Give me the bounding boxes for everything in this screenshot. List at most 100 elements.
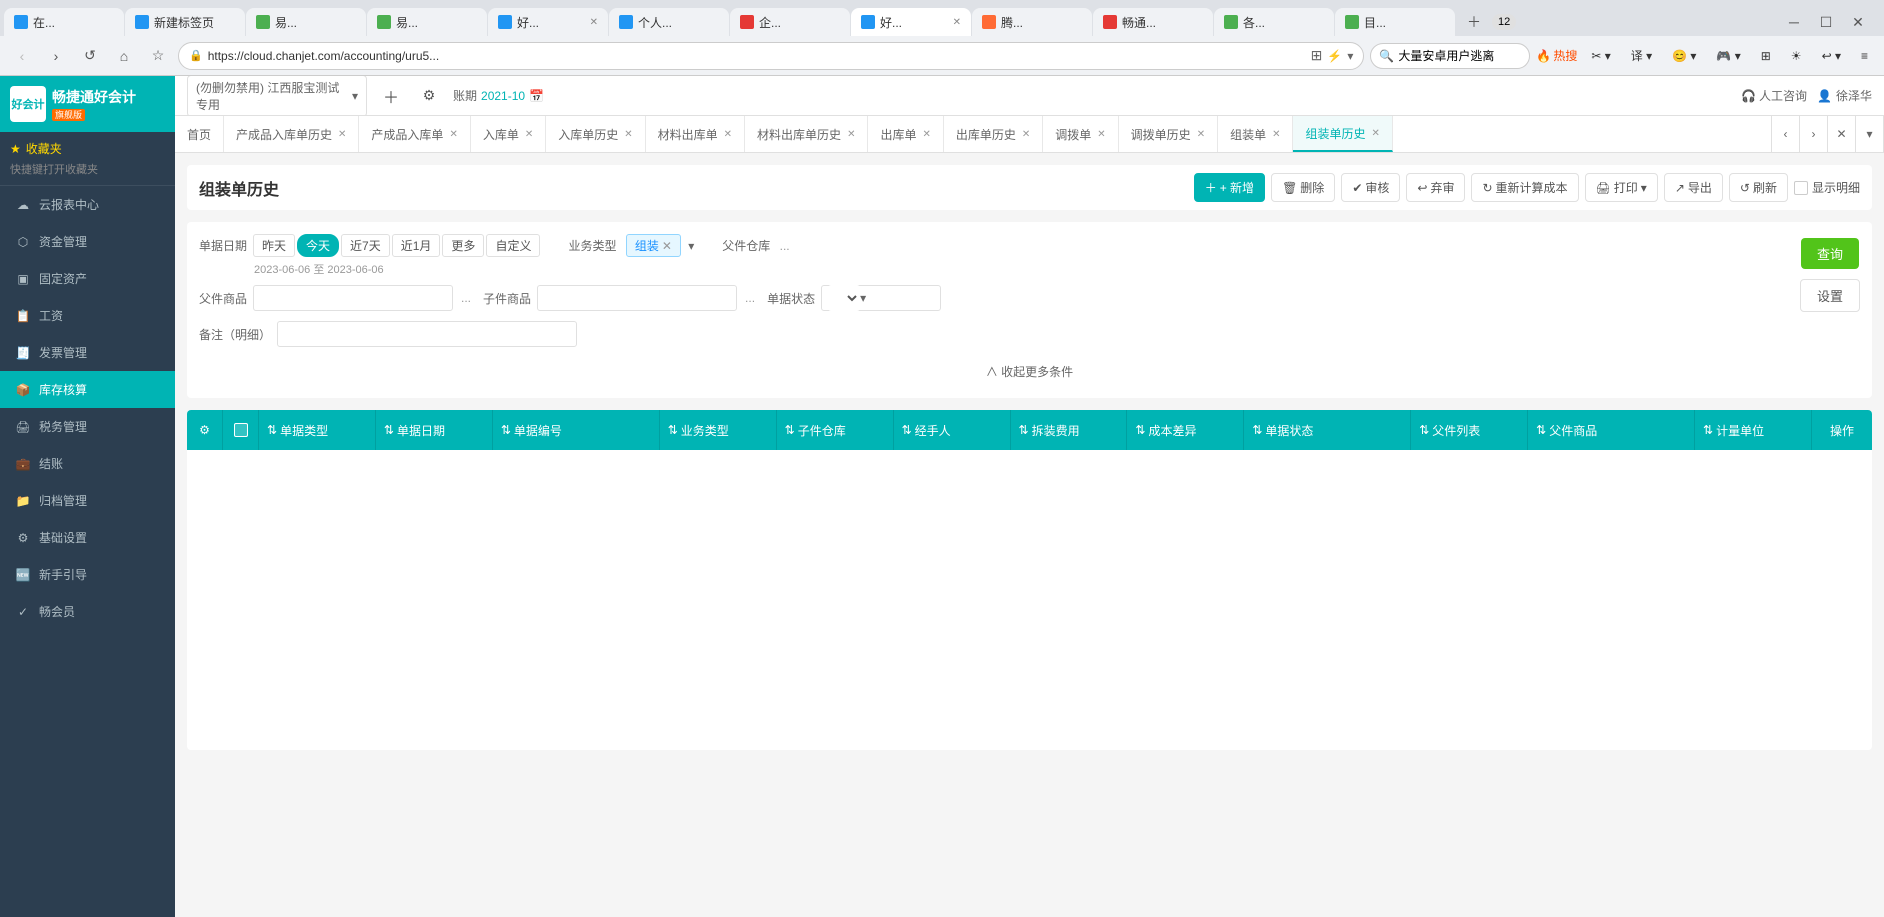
browser-tab-8[interactable]: 好... ✕ [851, 8, 971, 36]
page-tab-assembly-history-old[interactable]: 产成品入库单历史 ✕ [224, 116, 359, 152]
page-tab-in-order[interactable]: 入库单 ✕ [471, 116, 546, 152]
page-tab-assembly-in[interactable]: 产成品入库单 ✕ [359, 116, 470, 152]
last1m-btn[interactable]: 近1月 [392, 234, 441, 257]
tab-arrow-right[interactable]: › [1800, 116, 1828, 152]
th-bill-status[interactable]: ⇅ 单据状态 [1244, 410, 1411, 450]
settings-gear-btn[interactable]: ⚙ [415, 82, 443, 110]
parent-warehouse-more[interactable]: ... [780, 239, 790, 253]
bill-status-select[interactable] [828, 285, 860, 311]
page-tab-close-material-out-history[interactable]: ✕ [847, 129, 855, 140]
page-tab-close-material-out[interactable]: ✕ [724, 129, 732, 140]
browser-tab-10[interactable]: 畅通... [1093, 8, 1213, 36]
today-btn[interactable]: 今天 [297, 234, 339, 257]
export-btn[interactable]: ↗ 导出 [1664, 173, 1723, 202]
parent-goods-input-wrapper[interactable] [253, 285, 453, 311]
sidebar-item-inventory[interactable]: 📦 库存核算 [0, 371, 175, 408]
page-tab-close-assembly-history-old[interactable]: ✕ [338, 129, 346, 140]
sidebar-item-guide[interactable]: 🆕 新手引导 [0, 556, 175, 593]
th-settings[interactable]: ⚙ [187, 410, 223, 450]
sidebar-item-archive[interactable]: 📁 归档管理 [0, 482, 175, 519]
bookmark-btn[interactable]: ☆ [144, 42, 172, 70]
yesterday-btn[interactable]: 昨天 [253, 234, 295, 257]
child-goods-input[interactable] [544, 291, 730, 305]
th-bill-no[interactable]: ⇅ 单据编号 [493, 410, 660, 450]
browser-tab-6[interactable]: 个人... [609, 8, 729, 36]
delete-btn[interactable]: 🗑 删除 [1271, 173, 1335, 202]
page-tab-out-order[interactable]: 出库单 ✕ [868, 116, 943, 152]
page-tab-close-in-order[interactable]: ✕ [525, 129, 533, 140]
grid-btn[interactable]: ⊞ [1753, 46, 1779, 66]
browser-tab-1[interactable]: 在... [4, 8, 124, 36]
th-unit[interactable]: ⇅ 计量单位 [1695, 410, 1812, 450]
dropdown-icon[interactable]: ▾ [1347, 49, 1353, 63]
page-tab-close-adjust[interactable]: ✕ [1097, 129, 1105, 140]
sidebar-item-checkout[interactable]: 💼 结账 [0, 445, 175, 482]
query-btn[interactable]: 查询 [1801, 238, 1859, 269]
custom-btn[interactable]: 自定义 [486, 234, 540, 257]
qr-icon[interactable]: ⊞ [1311, 47, 1323, 64]
th-cost-diff[interactable]: ⇅ 成本差异 [1127, 410, 1244, 450]
business-type-tag-close[interactable]: ✕ [662, 239, 672, 253]
th-handler[interactable]: ⇅ 经手人 [894, 410, 1011, 450]
tab-arrow-left[interactable]: ‹ [1772, 116, 1800, 152]
sidebar-item-fixed-asset[interactable]: ▣ 固定资产 [0, 260, 175, 297]
tab-arrow-close[interactable]: ✕ [1828, 116, 1856, 152]
th-child-warehouse[interactable]: ⇅ 子件仓库 [777, 410, 894, 450]
address-bar[interactable]: 🔒 https://cloud.chanjet.com/accounting/u… [178, 42, 1364, 70]
browser-tab-9[interactable]: 腾... [972, 8, 1092, 36]
abandon-btn[interactable]: ↩ 弃审 [1406, 173, 1465, 202]
forward-btn[interactable]: › [42, 42, 70, 70]
browser-tab-4[interactable]: 易... [367, 8, 487, 36]
maximize-btn[interactable]: ☐ [1812, 8, 1840, 36]
sidebar-item-tax[interactable]: 🖨 税务管理 [0, 408, 175, 445]
sidebar-favorites[interactable]: ★ 收藏夹 快捷键打开收藏夹 [0, 132, 175, 186]
new-tab-btn[interactable]: ＋ [1460, 8, 1488, 36]
print-btn[interactable]: 🖨 打印 ▾ [1585, 173, 1658, 202]
sidebar-item-cloud-report[interactable]: ☁ 云报表中心 [0, 186, 175, 223]
page-tab-adjust-history[interactable]: 调拨单历史 ✕ [1119, 116, 1218, 152]
page-tab-out-history[interactable]: 出库单历史 ✕ [944, 116, 1043, 152]
page-tab-adjust[interactable]: 调拨单 ✕ [1043, 116, 1118, 152]
sidebar-item-basic-settings[interactable]: ⚙ 基础设置 [0, 519, 175, 556]
emoji-btn[interactable]: 😊 ▾ [1664, 46, 1704, 66]
browser-tab-5[interactable]: 好... ✕ [488, 8, 608, 36]
refresh-btn[interactable]: ↺ 刷新 [1729, 173, 1788, 202]
page-tab-kit-history[interactable]: 组装单历史 ✕ [1293, 116, 1392, 152]
close-btn[interactable]: ✕ [1844, 8, 1872, 36]
calendar-icon[interactable]: 📅 [529, 89, 544, 103]
back-btn[interactable]: ‹ [8, 42, 36, 70]
audit-btn[interactable]: ✔ 审核 [1341, 173, 1400, 202]
show-detail-wrapper[interactable]: 显示明细 [1794, 179, 1860, 196]
th-bill-type[interactable]: ⇅ 单据类型 [259, 410, 376, 450]
th-parent-list[interactable]: ⇅ 父件列表 [1411, 410, 1528, 450]
parent-goods-input[interactable] [260, 291, 446, 305]
page-tab-material-out-history[interactable]: 材料出库单历史 ✕ [745, 116, 868, 152]
browser-tab-7[interactable]: 企... [730, 8, 850, 36]
th-bill-date[interactable]: ⇅ 单据日期 [376, 410, 493, 450]
minimize-btn[interactable]: ─ [1780, 8, 1808, 36]
parent-goods-more[interactable]: ... [461, 291, 471, 305]
home-btn[interactable]: ⌂ [110, 42, 138, 70]
child-goods-more[interactable]: ... [745, 291, 755, 305]
remark-input-wrapper[interactable] [277, 321, 577, 347]
page-tab-close-out-order[interactable]: ✕ [922, 129, 930, 140]
table-settings-icon[interactable]: ⚙ [199, 423, 210, 437]
page-tab-kit[interactable]: 组装单 ✕ [1218, 116, 1293, 152]
page-tab-material-out[interactable]: 材料出库单 ✕ [646, 116, 745, 152]
browser-tab-12[interactable]: 目... [1335, 8, 1455, 36]
browser-tab-3[interactable]: 易... [246, 8, 366, 36]
business-type-dropdown[interactable]: ▾ [688, 239, 694, 253]
tab-arrow-menu[interactable]: ▾ [1856, 116, 1884, 152]
th-disassemble-fee[interactable]: ⇅ 拆装费用 [1011, 410, 1128, 450]
sidebar-item-fund[interactable]: ⬡ 资金管理 [0, 223, 175, 260]
bill-status-select-wrapper[interactable]: ▾ [821, 285, 941, 311]
browser-tab-11[interactable]: 各... [1214, 8, 1334, 36]
browser-tab-close-5[interactable]: ✕ [590, 17, 598, 28]
remark-input[interactable] [284, 327, 570, 341]
page-tab-home[interactable]: 首页 [175, 116, 224, 152]
last7-btn[interactable]: 近7天 [341, 234, 390, 257]
menu-btn[interactable]: ≡ [1853, 46, 1876, 66]
collapse-row[interactable]: ∧ 收起更多条件 [199, 357, 1860, 386]
show-detail-checkbox[interactable] [1794, 181, 1808, 195]
page-tab-close-out-history[interactable]: ✕ [1022, 129, 1030, 140]
